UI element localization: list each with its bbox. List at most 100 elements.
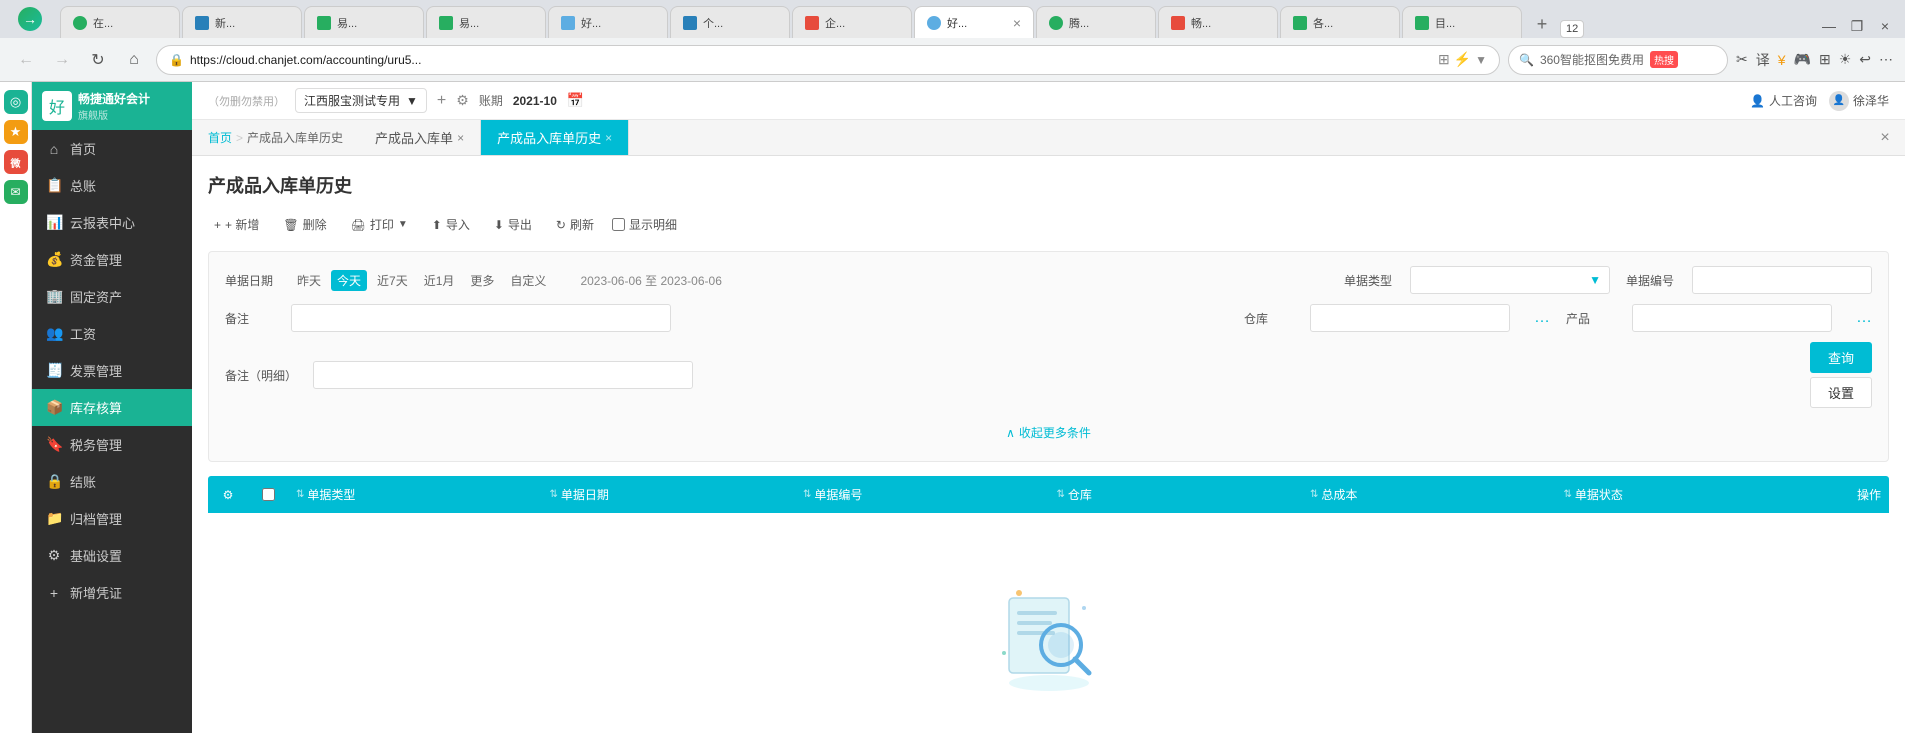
address-input[interactable]: 🔒 https://cloud.chanjet.com/accounting/u… [156,45,1500,75]
tab-close-8[interactable]: × [1013,15,1021,31]
print-button[interactable]: 🖨 打印 ▼ [345,212,414,237]
sidebar-item-tax[interactable]: 🔖 税务管理 [32,426,192,463]
refresh-button[interactable]: ↻ [84,46,112,74]
tab-9[interactable]: 腾... [1036,6,1156,38]
empty-illustration [989,573,1109,696]
minimize-button[interactable]: — [1817,14,1841,38]
add-company-btn[interactable]: + [437,92,446,110]
type-filter-select[interactable]: ▼ [1410,266,1610,294]
game-icon[interactable]: 🎮 [1794,51,1811,68]
chanjet-app-icon[interactable]: ◎ [4,90,28,114]
tab-7[interactable]: 企... [792,6,912,38]
shortcut-1month[interactable]: 近1月 [418,270,461,291]
forward-button[interactable]: → [48,46,76,74]
tab-12[interactable]: 目... [1402,6,1522,38]
show-detail-checkbox[interactable] [612,218,625,231]
product-dots-icon[interactable]: … [1856,309,1872,327]
calendar-icon[interactable]: 📅 [567,92,584,109]
star-app-icon[interactable]: ★ [4,120,28,144]
date-range: 2023-06-06 至 2023-06-06 [580,272,721,289]
sidebar-item-new-voucher[interactable]: + 新增凭证 [32,574,192,611]
note-filter-input[interactable] [291,304,671,332]
query-button[interactable]: 查询 [1810,342,1872,373]
search-box[interactable]: 🔍 360智能抠图免费用 热搜 [1508,45,1728,75]
sidebar-item-archive[interactable]: 📁 归档管理 [32,500,192,537]
ai-service[interactable]: 👤 人工咨询 [1750,92,1817,109]
th-status[interactable]: ⇅ 单据状态 [1556,476,1810,513]
grid2-icon[interactable]: ⊞ [1819,51,1831,68]
shortcut-custom[interactable]: 自定义 [504,270,552,291]
refresh-button[interactable]: ↻ 刷新 [550,212,600,237]
th-number[interactable]: ⇅ 单据编号 [795,476,1049,513]
settings2-icon[interactable]: ⋯ [1879,51,1893,68]
th-cost[interactable]: ⇅ 总成本 [1302,476,1556,513]
tab-4[interactable]: 易... [426,6,546,38]
close-browser-button[interactable]: × [1873,14,1897,38]
shortcut-7days[interactable]: 近7天 [371,270,414,291]
sidebar-item-closing[interactable]: 🔒 结账 [32,463,192,500]
user-profile[interactable]: 👤 徐泽华 [1829,91,1889,111]
tab-6[interactable]: 个... [670,6,790,38]
sun-icon[interactable]: ☀ [1839,51,1852,68]
th-check[interactable] [248,478,288,511]
tab-8[interactable]: 好... × [914,6,1034,38]
grid-icon[interactable]: ⊞ [1438,51,1450,68]
warehouse-filter-select[interactable] [1310,304,1510,332]
th-warehouse[interactable]: ⇅ 仓库 [1049,476,1303,513]
sidebar-item-inventory[interactable]: 📦 库存核算 [32,389,192,426]
sidebar-item-fixed[interactable]: 🏢 固定资产 [32,278,192,315]
shortcut-today[interactable]: 今天 [331,270,367,291]
home-button[interactable]: ⌂ [120,46,148,74]
close-panel-button[interactable]: × [1865,120,1905,155]
sidebar-item-payroll[interactable]: 👥 工资 [32,315,192,352]
tab-11[interactable]: 各... [1280,6,1400,38]
undo-icon[interactable]: ↩ [1859,51,1871,68]
translate-icon[interactable]: 译 [1756,50,1770,70]
settings-button[interactable]: 设置 [1810,377,1872,408]
weibo-app-icon[interactable]: 微 [4,150,28,174]
sidebar-item-reports[interactable]: 📊 云报表中心 [32,204,192,241]
add-button[interactable]: + + 新增 [208,212,265,237]
sidebar-item-funds[interactable]: 💰 资金管理 [32,241,192,278]
tab-1[interactable]: 在... [60,6,180,38]
sidebar-item-home[interactable]: ⌂ 首页 [32,130,192,167]
th-gear[interactable]: ⚙ [208,478,248,512]
restore-button[interactable]: ❐ [1845,14,1869,38]
select-all-checkbox[interactable] [262,488,275,501]
th-date[interactable]: ⇅ 单据日期 [542,476,796,513]
page-tab-list[interactable]: 产成品入库单 × [359,120,481,155]
th-action: 操作 [1809,476,1889,513]
shortcut-yesterday[interactable]: 昨天 [291,270,327,291]
breadcrumb-home[interactable]: 首页 [208,129,232,146]
sidebar-item-ledger[interactable]: 📋 总账 [32,167,192,204]
tab-5[interactable]: 好... [548,6,668,38]
company-selector[interactable]: 江西服宝测试专用 ▼ [295,88,427,113]
dropdown-icon[interactable]: ▼ [1475,53,1487,67]
page-tab-list-close[interactable]: × [457,131,464,145]
th-type[interactable]: ⇅ 单据类型 [288,476,542,513]
back-button[interactable]: ← [12,46,40,74]
scissors-icon[interactable]: ✂ [1736,51,1748,68]
product-filter-select[interactable] [1632,304,1832,332]
page-tab-history-close[interactable]: × [605,131,612,145]
wallet-icon[interactable]: ¥ [1778,52,1786,68]
import-button[interactable]: ⬆ 导入 [426,212,476,237]
collapse-button[interactable]: ∧ 收起更多条件 [225,418,1872,447]
mail-app-icon[interactable]: ✉ [4,180,28,204]
page-tab-history[interactable]: 产成品入库单历史 × [481,120,629,155]
settings-gear-icon[interactable]: ⚙ [456,92,469,109]
export-button[interactable]: ⬇ 导出 [488,212,538,237]
sidebar-item-invoice[interactable]: 🧾 发票管理 [32,352,192,389]
number-filter-input[interactable] [1692,266,1872,294]
note-filter-label: 备注 [225,310,275,327]
warehouse-dots-icon[interactable]: … [1534,309,1550,327]
add-tab-button[interactable]: + [1528,10,1556,38]
tab-10[interactable]: 畅... [1158,6,1278,38]
delete-button[interactable]: 🗑 删除 [277,212,332,237]
tab-2[interactable]: 新... [182,6,302,38]
shortcut-more[interactable]: 更多 [464,270,500,291]
tab-3[interactable]: 易... [304,6,424,38]
lightning-icon[interactable]: ⚡ [1454,51,1471,68]
sidebar-item-basics[interactable]: ⚙ 基础设置 [32,537,192,574]
detail-note-input[interactable] [313,361,693,389]
